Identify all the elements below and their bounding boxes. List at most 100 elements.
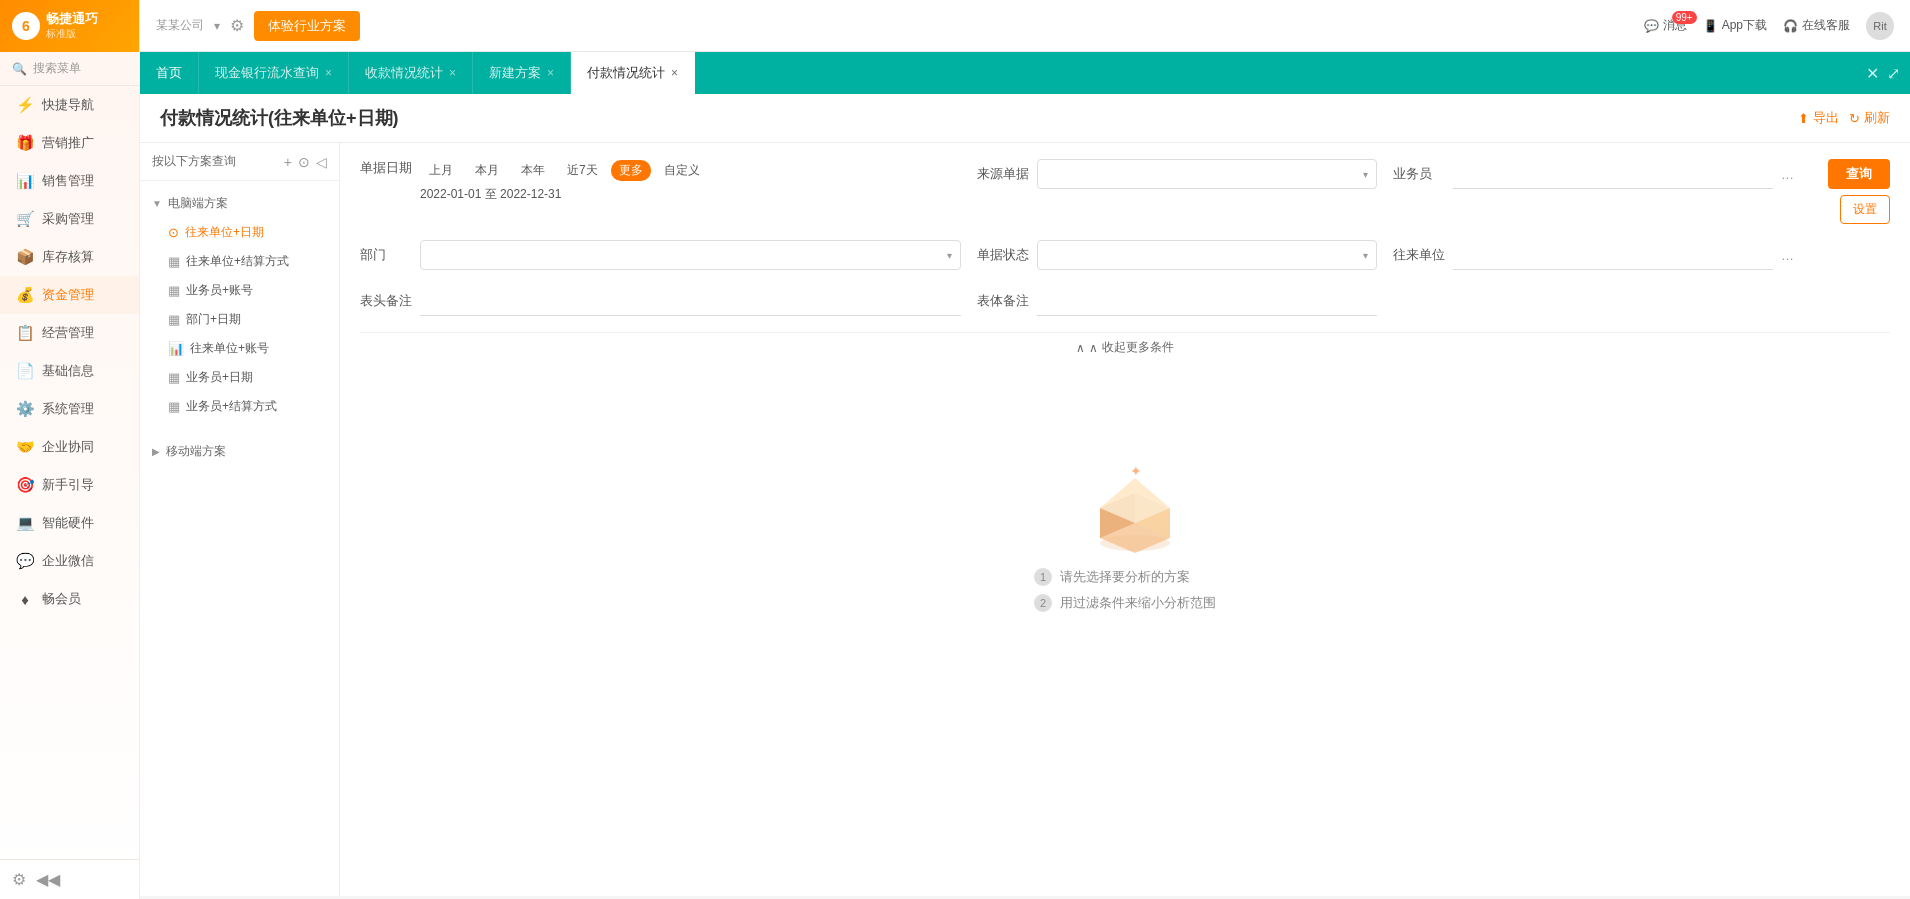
scheme-item-dept-date[interactable]: ▦ 部门+日期 (140, 305, 339, 334)
scheme-item-unit-settle[interactable]: ▦ 往来单位+结算方式 (140, 247, 339, 276)
sidebar-item-label: 新手引导 (42, 476, 94, 494)
note-head-input[interactable] (420, 286, 961, 316)
status-select[interactable]: ▾ (1037, 240, 1378, 270)
scheme-group-mobile-header[interactable]: ▶ 移动端方案 (140, 437, 339, 466)
scheme-header-left: 按以下方案查询 (152, 153, 236, 170)
tab-bank-flow[interactable]: 现金银行流水查询 × (199, 52, 349, 94)
sidebar-item-marketing[interactable]: 🎁 营销推广 (0, 124, 139, 162)
scheme-group-mobile: ▶ 移动端方案 (140, 429, 339, 474)
search-menu[interactable]: 🔍 搜索菜单 (0, 52, 139, 86)
tab-expand-icon[interactable]: ⤢ (1887, 64, 1900, 83)
collapse-label: 收起更多条件 (1102, 339, 1174, 356)
filter-row-1: 单据日期 上月 本月 本年 近7天 更多 自定义 (360, 159, 1890, 224)
scheme-panel: 按以下方案查询 + ⊙ ◁ ▼ 电脑端方案 ⊙ 往来单位+日期 (140, 143, 340, 896)
unit-dots-icon[interactable]: … (1781, 248, 1794, 263)
unit-input[interactable] (1453, 240, 1773, 270)
scheme-item-unit-date[interactable]: ⊙ 往来单位+日期 (140, 218, 339, 247)
hardware-icon: 💻 (16, 514, 34, 532)
query-button[interactable]: 查询 (1828, 159, 1890, 189)
date-btn-more[interactable]: 更多 (611, 160, 651, 181)
dept-select[interactable]: ▾ (420, 240, 961, 270)
sidebar-item-label: 基础信息 (42, 362, 94, 380)
user-avatar[interactable]: Rit (1866, 12, 1894, 40)
sidebar-item-operation[interactable]: 📋 经营管理 (0, 314, 139, 352)
settings-footer-icon[interactable]: ⚙ (12, 870, 26, 889)
scheme-group-desktop-header[interactable]: ▼ 电脑端方案 (140, 189, 339, 218)
tab-new-scheme-close[interactable]: × (547, 66, 554, 80)
sidebar-item-enterprise[interactable]: 🤝 企业协同 (0, 428, 139, 466)
scheme-collapse-icon[interactable]: ◁ (316, 154, 327, 170)
scheme-settings-icon[interactable]: ⊙ (298, 154, 310, 170)
logo-icon: 6 (12, 12, 40, 40)
date-label: 单据日期 (360, 159, 412, 177)
scheme-add-icon[interactable]: + (284, 154, 292, 170)
tab-home[interactable]: 首页 (140, 52, 199, 94)
sidebar-item-quick-nav[interactable]: ⚡ 快捷导航 (0, 86, 139, 124)
settings-button[interactable]: 设置 (1840, 195, 1890, 224)
tab-payment-stats-close[interactable]: × (671, 66, 678, 80)
date-btn-this-year[interactable]: 本年 (512, 159, 554, 182)
sidebar-item-capital[interactable]: 💰 资金管理 (0, 276, 139, 314)
note-body-input[interactable] (1037, 286, 1378, 316)
sidebar-item-hardware[interactable]: 💻 智能硬件 (0, 504, 139, 542)
filter-row-3: 表头备注 表体备注 (360, 286, 1890, 316)
tab-close-all-icon[interactable]: ✕ (1866, 64, 1879, 83)
scheme-item-staff-date[interactable]: ▦ 业务员+日期 (140, 363, 339, 392)
date-btn-this-month[interactable]: 本月 (466, 159, 508, 182)
address-dropdown-icon[interactable]: ▾ (214, 19, 220, 33)
sidebar-item-guide[interactable]: 🎯 新手引导 (0, 466, 139, 504)
sidebar-item-label: 资金管理 (42, 286, 94, 304)
tab-bank-flow-close[interactable]: × (325, 66, 332, 80)
sidebar-item-system[interactable]: ⚙️ 系统管理 (0, 390, 139, 428)
hint-text-1: 请先选择要分析的方案 (1060, 568, 1190, 586)
system-icon: ⚙️ (16, 400, 34, 418)
tab-payment-stats[interactable]: 付款情况统计 × (571, 52, 695, 94)
filter-inner: 单据日期 上月 本月 本年 近7天 更多 自定义 (340, 143, 1910, 378)
header-gear-icon[interactable]: ⚙ (230, 16, 244, 35)
tab-bank-flow-label: 现金银行流水查询 (215, 64, 319, 82)
hint-num-1: 1 (1034, 568, 1052, 586)
date-btn-custom[interactable]: 自定义 (655, 159, 709, 182)
filter-row-2: 部门 ▾ 单据状态 ▾ (360, 240, 1890, 270)
scheme-item-staff-account[interactable]: ▦ 业务员+账号 (140, 276, 339, 305)
scheme-item-staff-account-label: 业务员+账号 (186, 282, 253, 299)
export-button[interactable]: ⬆ 导出 (1798, 109, 1839, 127)
scheme-item-unit-account[interactable]: 📊 往来单位+账号 (140, 334, 339, 363)
sidebar-item-purchase[interactable]: 🛒 采购管理 (0, 200, 139, 238)
tab-new-scheme[interactable]: 新建方案 × (473, 52, 571, 94)
sidebar-item-wechat[interactable]: 💬 企业微信 (0, 542, 139, 580)
sidebar-item-vip[interactable]: ♦ 畅会员 (0, 580, 139, 618)
sidebar-item-label: 营销推广 (42, 134, 94, 152)
date-btn-last-month[interactable]: 上月 (420, 159, 462, 182)
scheme-item-unit-settle-icon: ▦ (168, 254, 180, 269)
sidebar-item-sales[interactable]: 📊 销售管理 (0, 162, 139, 200)
scheme-item-staff-settle[interactable]: ▦ 业务员+结算方式 (140, 392, 339, 421)
date-btn-last-7-days[interactable]: 近7天 (558, 159, 607, 182)
trial-button[interactable]: 体验行业方案 (254, 11, 360, 41)
online-service-action[interactable]: 🎧 在线客服 (1783, 17, 1850, 34)
collapse-sidebar-icon[interactable]: ◀◀ (36, 870, 60, 889)
filter-item-note-body: 表体备注 (977, 286, 1378, 316)
app-download-action[interactable]: 📱 App下载 (1703, 17, 1767, 34)
online-service-icon: 🎧 (1783, 19, 1798, 33)
empty-state-area: ✦ 1 请先选择要分析的方案 2 用过滤条件来缩小分析范围 (340, 378, 1910, 692)
source-select[interactable]: ▾ (1037, 159, 1378, 189)
empty-hint-1: 1 请先选择要分析的方案 (1034, 568, 1216, 586)
tab-receipt-stats-close[interactable]: × (449, 66, 456, 80)
dept-select-arrow: ▾ (947, 250, 952, 261)
scheme-group-desktop: ▼ 电脑端方案 ⊙ 往来单位+日期 ▦ 往来单位+结算方式 ▦ 业务员+账号 (140, 181, 339, 429)
sidebar-nav: ⚡ 快捷导航 🎁 营销推广 📊 销售管理 🛒 采购管理 📦 库存核算 💰 资金管… (0, 86, 139, 859)
collapse-filter-btn[interactable]: ∧ ∧ 收起更多条件 (360, 332, 1890, 362)
sidebar-item-basic-info[interactable]: 📄 基础信息 (0, 352, 139, 390)
refresh-icon: ↻ (1849, 111, 1860, 126)
tab-receipt-stats[interactable]: 收款情况统计 × (349, 52, 473, 94)
unit-label: 往来单位 (1393, 246, 1445, 264)
scheme-item-dept-date-icon: ▦ (168, 312, 180, 327)
message-action[interactable]: 💬 消息 99+ (1644, 17, 1687, 34)
staff-dots-icon[interactable]: … (1781, 167, 1794, 182)
scheme-item-staff-account-icon: ▦ (168, 283, 180, 298)
staff-input[interactable] (1453, 159, 1773, 189)
refresh-button[interactable]: ↻ 刷新 (1849, 109, 1890, 127)
sidebar-item-inventory[interactable]: 📦 库存核算 (0, 238, 139, 276)
note-head-label: 表头备注 (360, 292, 412, 310)
